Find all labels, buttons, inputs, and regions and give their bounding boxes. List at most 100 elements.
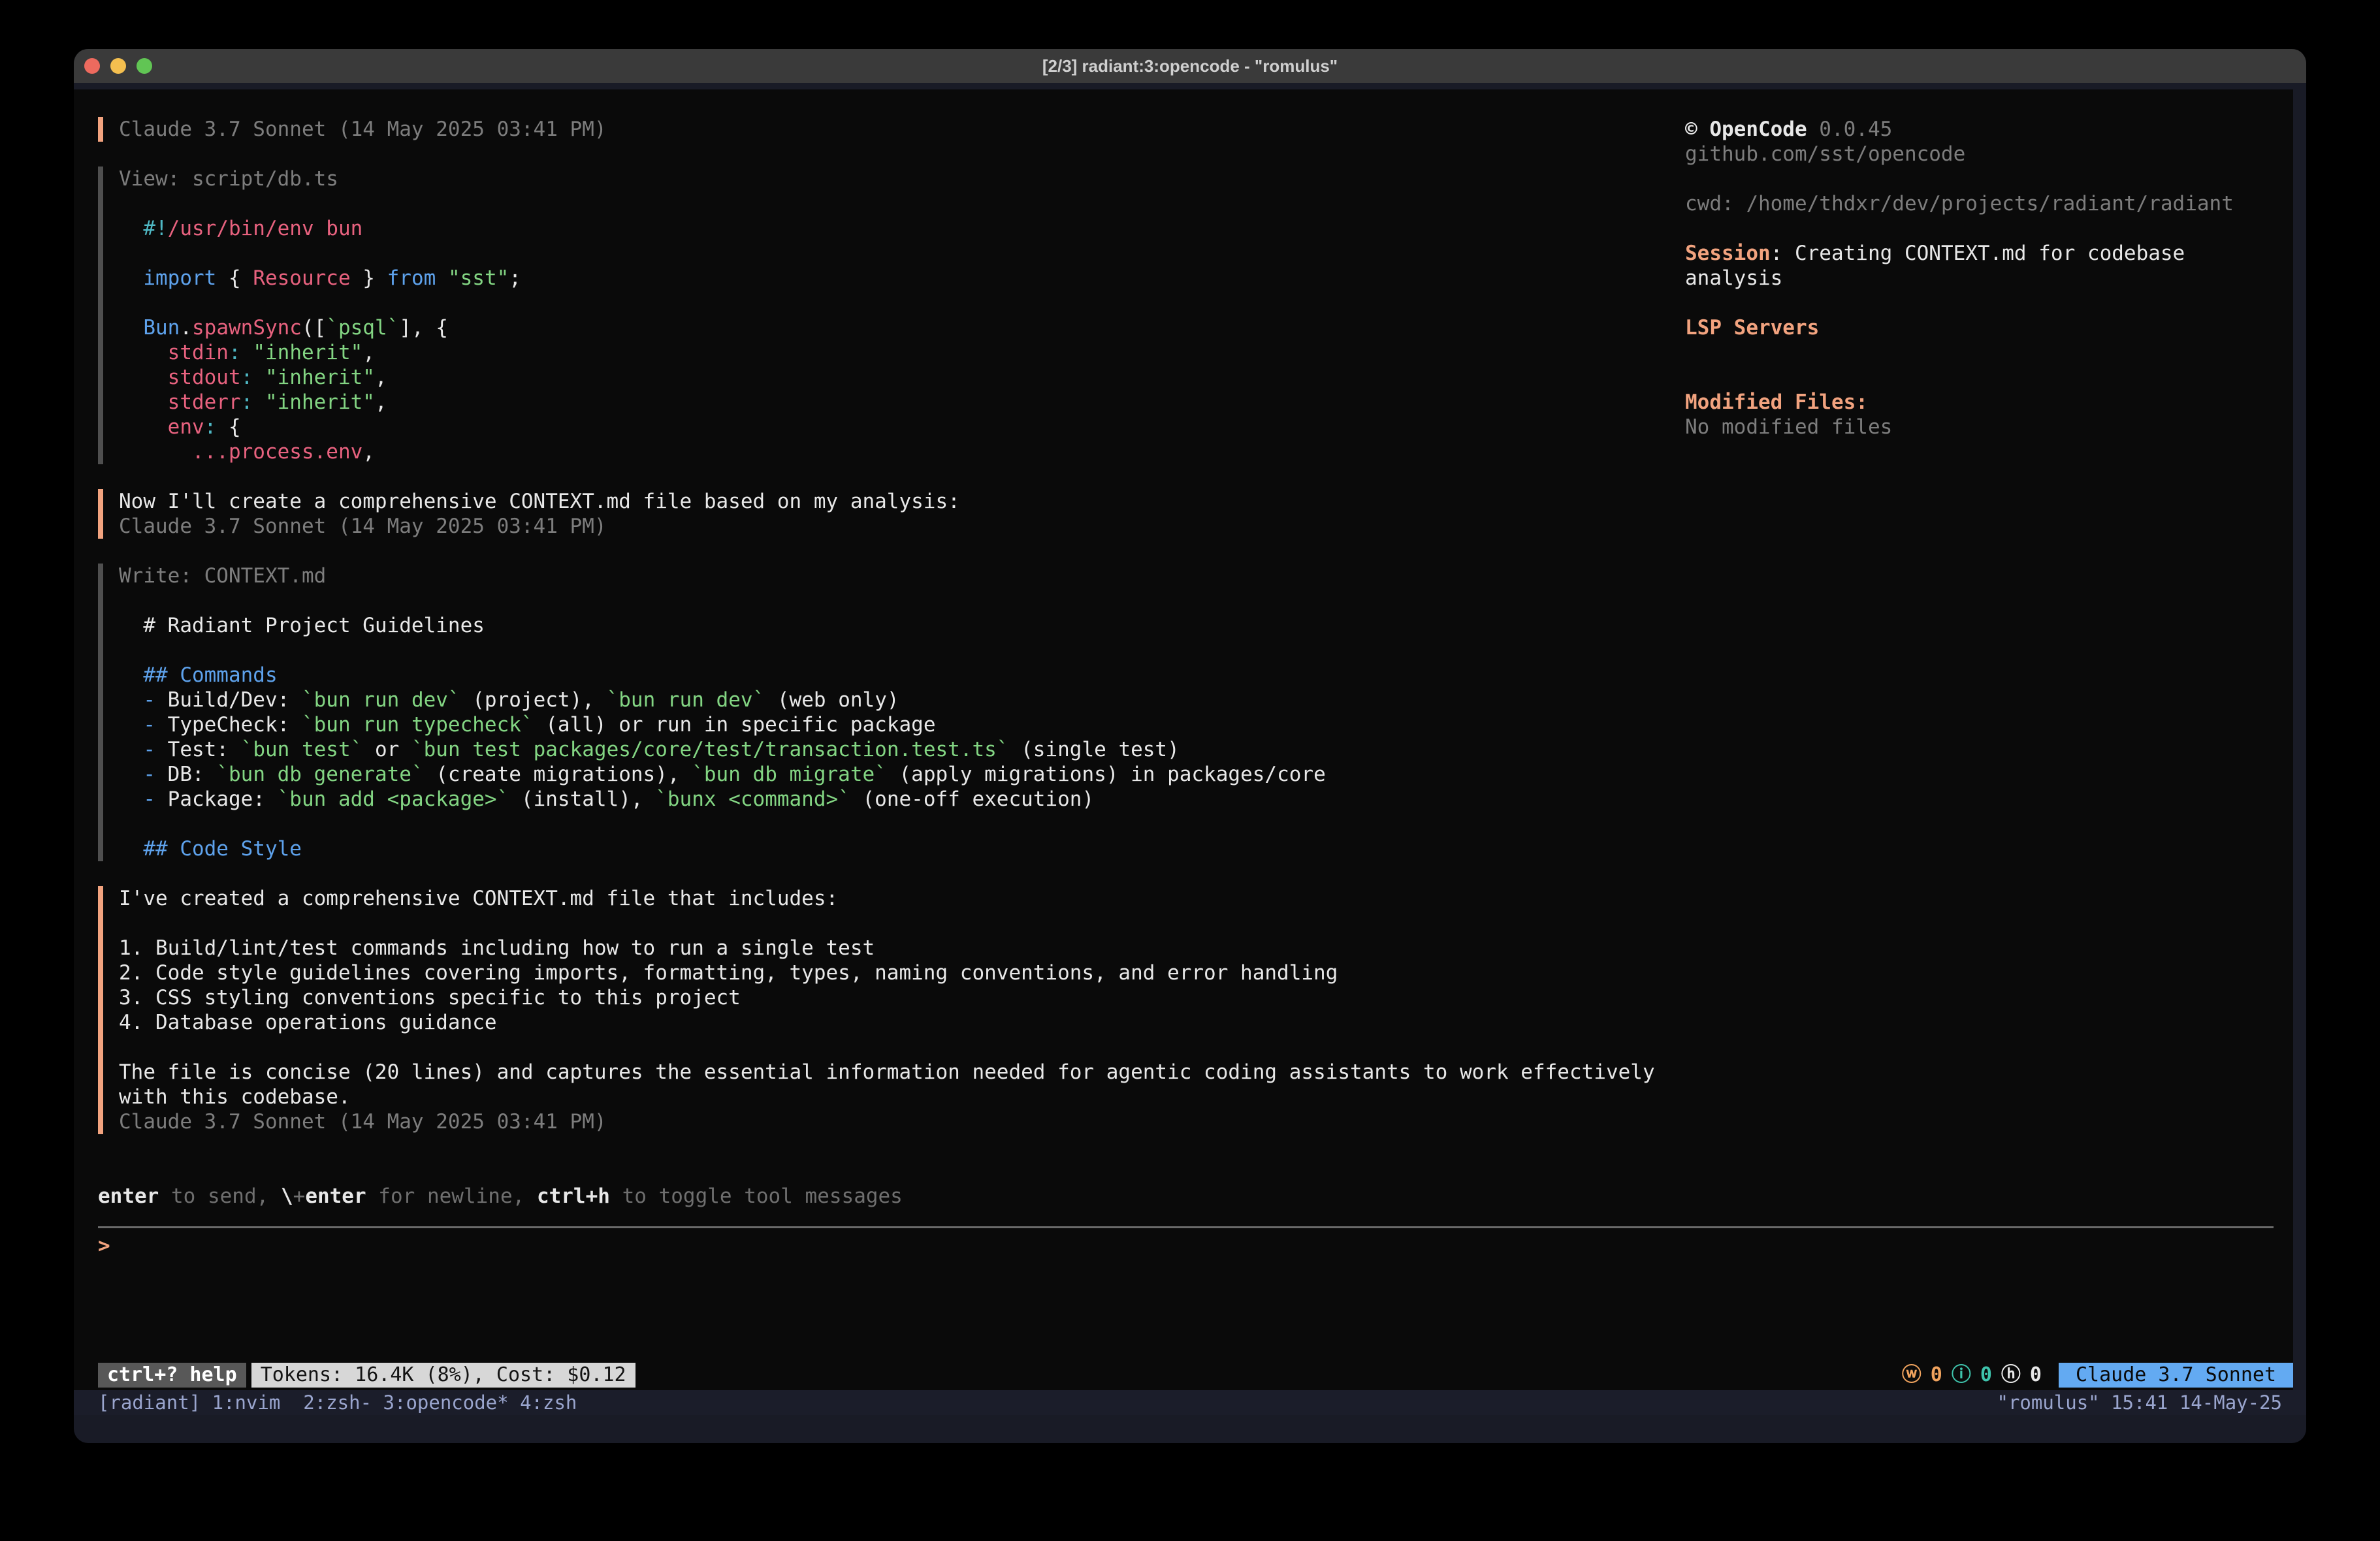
text-segment: `bun add <package>` (278, 787, 509, 811)
diagnostics-counters: ⓦ 0 ⓘ 0 ⓗ 0 (1902, 1363, 2042, 1388)
terminal-line: cwd: /home/thdxr/dev/projects/radiant/ra… (1685, 191, 2234, 216)
text-segment (119, 266, 143, 290)
text-segment: Now I'll create a comprehensive CONTEXT.… (119, 490, 960, 513)
terminal-line: ...process.env, (119, 439, 521, 464)
text-segment: ], { (399, 316, 448, 340)
text-segment: `psql` (326, 316, 399, 340)
terminal-line: Now I'll create a comprehensive CONTEXT.… (119, 489, 960, 514)
text-segment: (all) or run in specific package (534, 713, 936, 737)
terminal-line: 3. CSS styling conventions specific to t… (119, 985, 1655, 1010)
help-hint-badge: ctrl+? help (98, 1363, 246, 1388)
text-segment: to send, (159, 1184, 281, 1208)
terminal-line: Session: Creating CONTEXT.md for codebas… (1685, 241, 2234, 266)
text-segment: from (387, 266, 436, 290)
text-segment: # Radiant Project Guidelines (119, 614, 485, 637)
text-segment: - (143, 738, 155, 761)
terminal-line: import { Resource } from "sst"; (119, 266, 521, 291)
text-segment: , (362, 440, 375, 464)
text-segment (119, 390, 168, 414)
text-segment: or (362, 738, 411, 761)
text-segment: `bun run dev` (302, 688, 460, 712)
tool-write-block: Write: CONTEXT.md # Radiant Project Guid… (98, 564, 1326, 861)
terminal-line: #!/usr/bin/env bun (119, 216, 521, 241)
text-segment: - (143, 713, 155, 737)
terminal-line: Claude 3.7 Sonnet (14 May 2025 03:41 PM) (119, 1109, 1655, 1134)
text-segment (119, 688, 143, 712)
text-segment (253, 390, 265, 414)
text-segment: ## Commands (143, 663, 277, 687)
warning-count: 0 (1931, 1363, 1942, 1388)
text-segment: "inherit" (265, 366, 375, 389)
text-segment: No modified files (1685, 415, 1892, 439)
text-segment: (install), (509, 787, 655, 811)
text-segment: cwd: /home/thdxr/dev/projects/radiant/ra… (1685, 192, 2234, 215)
terminal-line: - Test: `bun test` or `bun test packages… (119, 737, 1326, 762)
text-segment: ctrl+h (537, 1184, 610, 1208)
text-segment: import (143, 266, 216, 290)
chat-message-block: Now I'll create a comprehensive CONTEXT.… (98, 489, 960, 539)
text-segment: with this codebase. (119, 1085, 351, 1109)
text-segment: (single test) (1008, 738, 1179, 761)
text-segment: 1. Build/lint/test commands including ho… (119, 936, 875, 960)
text-segment: `bun run dev` (607, 688, 765, 712)
text-segment: Build/Dev: (155, 688, 302, 712)
text-segment: /usr/bin/env bun (168, 217, 363, 240)
text-segment: : (229, 341, 241, 364)
text-segment: analysis (1685, 266, 1782, 290)
terminal-line (119, 588, 1326, 613)
text-segment: stdin (168, 341, 229, 364)
text-segment: Session (1685, 242, 1771, 265)
terminal-line: Modified Files: (1685, 390, 2234, 415)
text-segment: `bun db generate` (216, 763, 423, 786)
window-titlebar[interactable]: [2/3] radiant:3:opencode - "romulus" (74, 49, 2306, 83)
terminal-line (1685, 365, 2234, 390)
text-segment: I've created a comprehensive CONTEXT.md … (119, 887, 838, 910)
text-segment: ## Code Style (143, 837, 302, 861)
prompt-input[interactable]: > (98, 1233, 2253, 1258)
terminal-line: View: script/db.ts (119, 167, 521, 191)
terminal-line: - TypeCheck: `bun run typecheck` (all) o… (119, 712, 1326, 737)
terminal-line (1685, 291, 2234, 315)
text-segment: ; (509, 266, 521, 290)
text-segment: enter (305, 1184, 366, 1208)
info-count: 0 (1980, 1363, 1992, 1388)
text-segment: { (216, 266, 253, 290)
text-segment: } (351, 266, 387, 290)
text-segment (119, 217, 143, 240)
text-segment: ...process.env (192, 440, 362, 464)
text-segment (119, 415, 168, 439)
text-segment: . (180, 316, 192, 340)
opencode-statusbar: ctrl+? help Tokens: 16.4K (8%), Cost: $0… (74, 1363, 2293, 1388)
terminal-line (119, 812, 1326, 836)
text-segment: , (362, 341, 375, 364)
tmux-session-name: [radiant] (98, 1391, 212, 1414)
text-segment: `bun test packages/core/test/transaction… (411, 738, 1009, 761)
terminal-line (119, 291, 521, 315)
text-segment: (one-off execution) (850, 787, 1094, 811)
model-badge[interactable]: Claude 3.7 Sonnet (2059, 1363, 2293, 1388)
tmux-window-2-zsh-[interactable]: 2:zsh- (303, 1391, 372, 1414)
text-segment: spawnSync (192, 316, 302, 340)
hint-icon: ⓗ (2001, 1363, 2021, 1388)
text-segment (119, 366, 168, 389)
terminal-line (1685, 216, 2234, 241)
text-segment: - (143, 787, 155, 811)
text-segment: 2. Code style guidelines covering import… (119, 961, 1338, 985)
tmux-window-list: 1:nvim 2:zsh- 3:opencode* 4:zsh (212, 1391, 577, 1414)
tmux-window-1-nvim[interactable]: 1:nvim (212, 1391, 281, 1414)
tokens-cost-badge: Tokens: 16.4K (8%), Cost: $0.12 (251, 1363, 635, 1388)
terminal-line: LSP Servers (1685, 315, 2234, 340)
tmux-window-3-opencode-[interactable]: 3:opencode* (383, 1391, 509, 1414)
text-segment: : (241, 390, 253, 414)
text-segment: enter (98, 1184, 159, 1208)
text-segment: `bun db migrate` (692, 763, 887, 786)
terminal-line: Claude 3.7 Sonnet (14 May 2025 03:41 PM) (119, 514, 960, 539)
terminal-line: Bun.spawnSync([`psql`], { (119, 315, 521, 340)
terminal-line (119, 911, 1655, 936)
text-segment: Test: (155, 738, 241, 761)
text-segment: - (143, 688, 155, 712)
text-segment: LSP Servers (1685, 316, 1819, 340)
statusbar-spacer (635, 1363, 1902, 1388)
tmux-window-4-zsh[interactable]: 4:zsh (520, 1391, 577, 1414)
terminal-line (119, 1035, 1655, 1060)
